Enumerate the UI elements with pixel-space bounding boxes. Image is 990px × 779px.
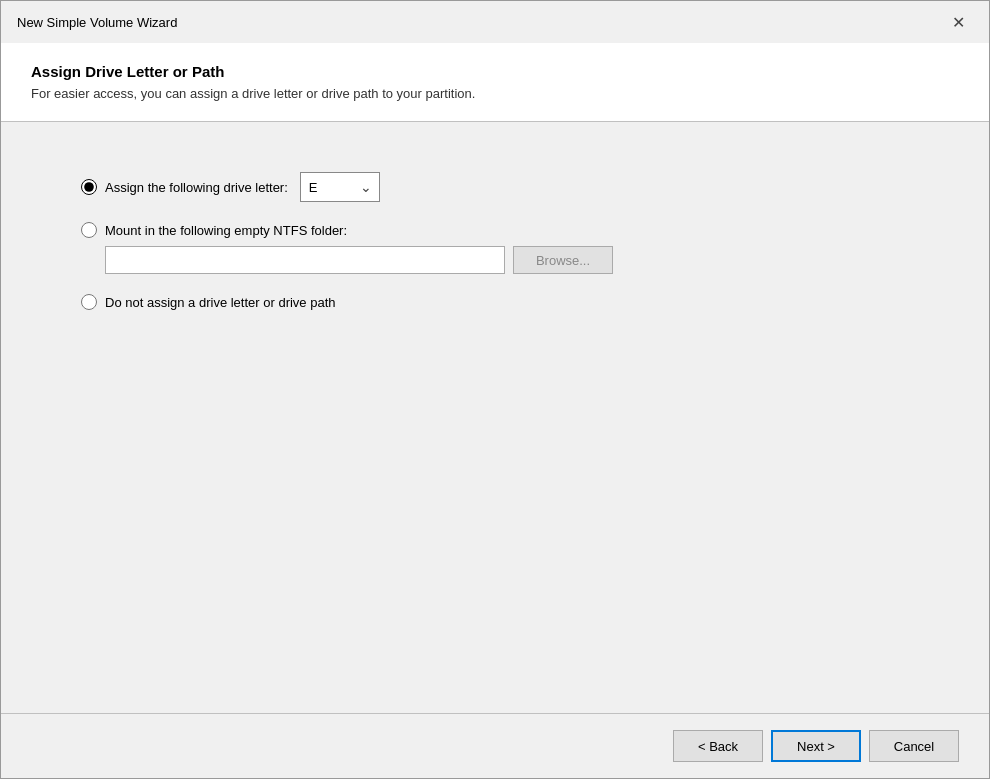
- no-assign-radio[interactable]: [81, 294, 97, 310]
- header-title: Assign Drive Letter or Path: [31, 63, 959, 80]
- next-button[interactable]: Next >: [771, 730, 861, 762]
- drive-letter-wrapper[interactable]: E F G H I J K: [300, 172, 380, 202]
- header-subtitle: For easier access, you can assign a driv…: [31, 86, 959, 101]
- browse-button: Browse...: [513, 246, 613, 274]
- cancel-button[interactable]: Cancel: [869, 730, 959, 762]
- assign-letter-radio[interactable]: [81, 179, 97, 195]
- assign-letter-option[interactable]: Assign the following drive letter:: [81, 179, 288, 195]
- dialog-window: New Simple Volume Wizard ✕ Assign Drive …: [0, 0, 990, 779]
- header-section: Assign Drive Letter or Path For easier a…: [1, 43, 989, 122]
- ntfs-path-input[interactable]: [105, 246, 505, 274]
- ntfs-input-row: Browse...: [105, 246, 929, 274]
- no-assign-row: Do not assign a drive letter or drive pa…: [81, 294, 929, 310]
- close-button[interactable]: ✕: [943, 7, 973, 37]
- no-assign-label: Do not assign a drive letter or drive pa…: [105, 295, 336, 310]
- drive-letter-select[interactable]: E F G H I J K: [300, 172, 380, 202]
- window-title: New Simple Volume Wizard: [17, 15, 177, 30]
- ntfs-row: Mount in the following empty NTFS folder…: [81, 222, 929, 274]
- back-button[interactable]: < Back: [673, 730, 763, 762]
- ntfs-radio[interactable]: [81, 222, 97, 238]
- content-area: Assign the following drive letter: E F G…: [1, 122, 989, 713]
- assign-letter-row: Assign the following drive letter: E F G…: [81, 172, 929, 202]
- footer-area: < Back Next > Cancel: [1, 713, 989, 778]
- assign-letter-label: Assign the following drive letter:: [105, 180, 288, 195]
- ntfs-option[interactable]: Mount in the following empty NTFS folder…: [81, 222, 929, 238]
- ntfs-label: Mount in the following empty NTFS folder…: [105, 223, 347, 238]
- no-assign-option[interactable]: Do not assign a drive letter or drive pa…: [81, 294, 336, 310]
- title-bar: New Simple Volume Wizard ✕: [1, 1, 989, 43]
